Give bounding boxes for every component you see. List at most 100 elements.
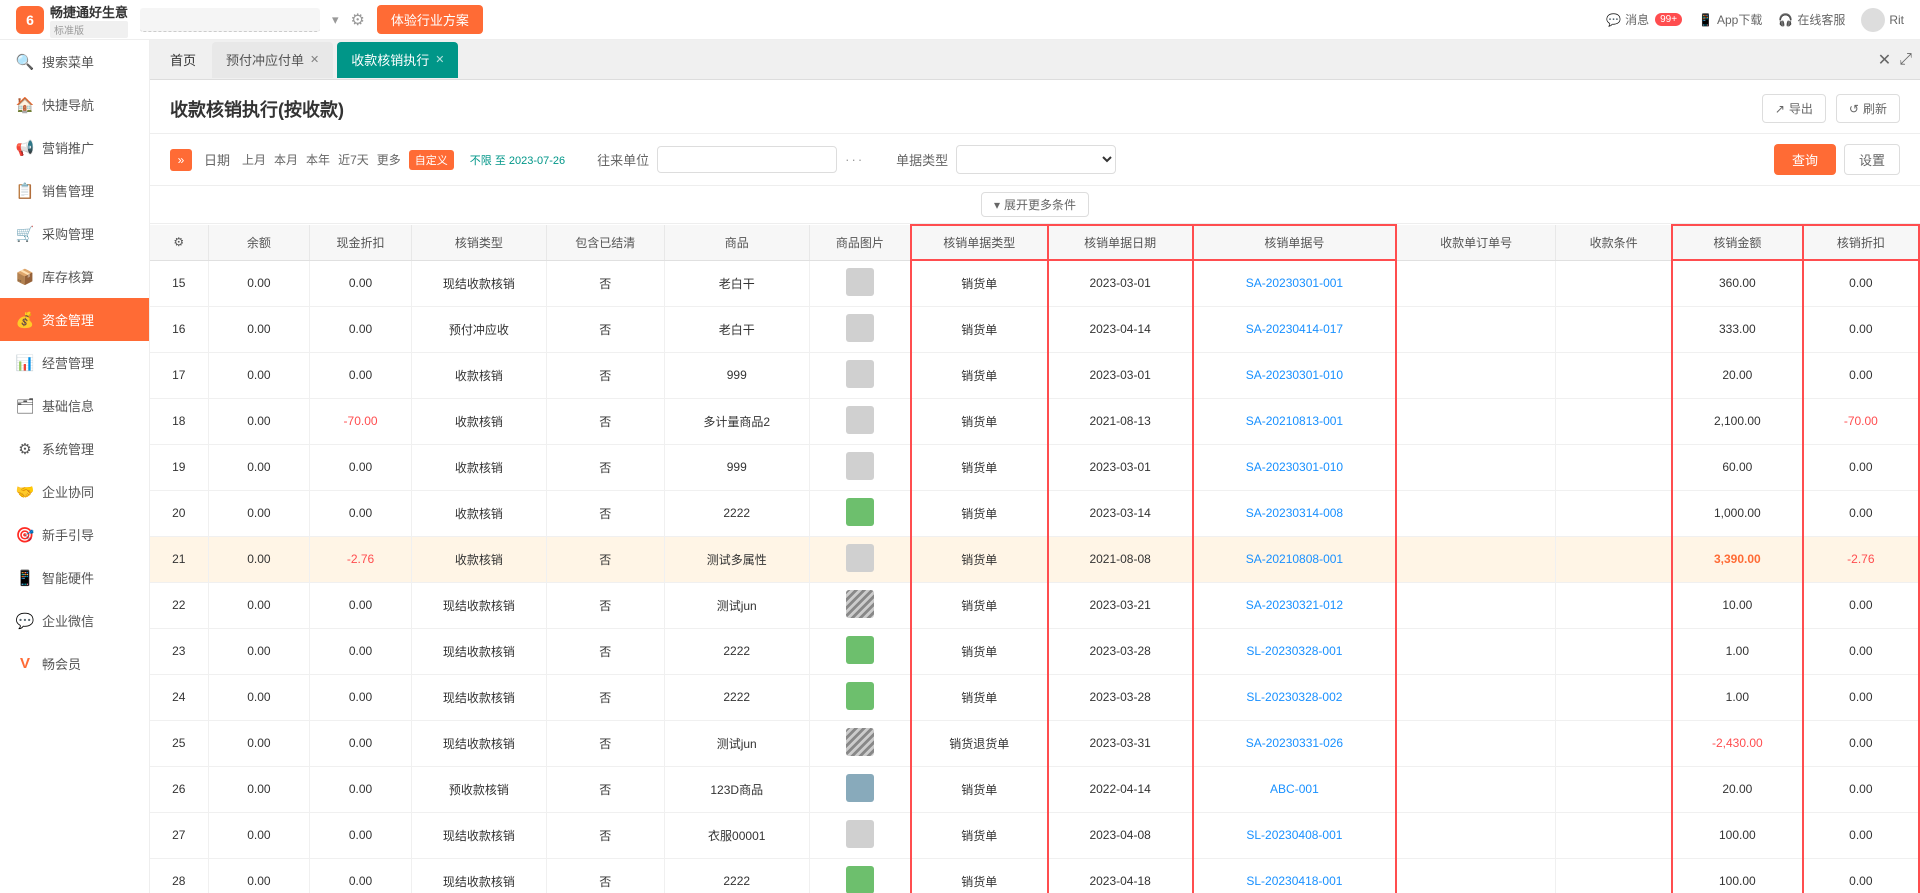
cell-type: 收款核销 — [411, 444, 546, 490]
date-filter-label: 日期 — [204, 150, 230, 169]
th-balance: 余额 — [208, 225, 310, 260]
cell-product: 999 — [664, 444, 809, 490]
refresh-button[interactable]: ↺ 刷新 — [1836, 94, 1900, 123]
cell-receipt-no — [1396, 352, 1556, 398]
cell-num: 24 — [150, 674, 208, 720]
bill-no-link[interactable]: SA-20210813-001 — [1246, 414, 1343, 428]
management-icon: 📊 — [16, 354, 34, 372]
bill-no-link[interactable]: SA-20230321-012 — [1246, 598, 1343, 612]
bill-no-link[interactable]: SA-20230301-001 — [1246, 276, 1343, 290]
dropdown-arrow[interactable]: ▾ — [332, 12, 339, 28]
service-label: 在线客服 — [1797, 11, 1845, 28]
sidebar-item-hardware[interactable]: 📱 智能硬件 — [0, 556, 149, 599]
th-amount: 核销金额 — [1672, 225, 1803, 260]
sidebar-item-nav[interactable]: 🏠 快捷导航 — [0, 83, 149, 126]
notification-item[interactable]: 💬 消息 99+ — [1606, 11, 1682, 28]
bill-no-link[interactable]: SL-20230328-002 — [1246, 690, 1342, 704]
table-container[interactable]: ⚙ 余额 现金折扣 核销类型 包含已结清 商品 商品图片 核销单据类型 核销单据… — [150, 224, 1920, 893]
sidebar-item-search[interactable]: 🔍 搜索菜单 — [0, 40, 149, 83]
tab-prepay[interactable]: 预付冲应付单 ✕ — [212, 42, 333, 78]
filter-toggle[interactable]: » — [170, 149, 192, 171]
cell-num: 27 — [150, 812, 208, 858]
tab-prepay-close[interactable]: ✕ — [310, 53, 319, 66]
bill-no-link[interactable]: SA-20230314-008 — [1246, 506, 1343, 520]
gear-icon[interactable]: ⚙ — [351, 10, 365, 30]
tab-writeoff-close[interactable]: ✕ — [435, 53, 444, 66]
th-included: 包含已结清 — [546, 225, 664, 260]
tab-expand-icon[interactable]: ⤢ — [1899, 51, 1912, 69]
sidebar-item-purchase[interactable]: 🛒 采购管理 — [0, 212, 149, 255]
cell-type: 收款核销 — [411, 536, 546, 582]
sidebar-label-finance: 资金管理 — [42, 310, 94, 329]
cell-included: 否 — [546, 720, 664, 766]
sidebar-label-management: 经营管理 — [42, 353, 94, 372]
cell-discount: 0.00 — [310, 812, 412, 858]
date-link-7days[interactable]: 近7天 — [338, 151, 369, 168]
cell-receipt-no — [1396, 260, 1556, 306]
bill-no-link[interactable]: SL-20230328-001 — [1246, 644, 1342, 658]
bill-no-link[interactable]: SA-20230414-017 — [1246, 322, 1343, 336]
bill-type-select[interactable] — [956, 145, 1116, 174]
sidebar-item-management[interactable]: 📊 经营管理 — [0, 341, 149, 384]
cell-bill-no: SA-20230301-010 — [1193, 352, 1396, 398]
date-link-this-month[interactable]: 本月 — [274, 151, 298, 168]
sidebar-item-guide[interactable]: 🎯 新手引导 — [0, 513, 149, 556]
tab-writeoff[interactable]: 收款核销执行 ✕ — [337, 42, 458, 78]
cell-discount: 0.00 — [310, 352, 412, 398]
notif-badge: 99+ — [1655, 13, 1682, 26]
bill-no-link[interactable]: SA-20210808-001 — [1246, 552, 1343, 566]
cell-receipt-cond — [1556, 306, 1672, 352]
page-header: 收款核销执行(按收款) ↗ 导出 ↺ 刷新 — [150, 80, 1920, 134]
sidebar-item-marketing[interactable]: 📢 营销推广 — [0, 126, 149, 169]
sidebar-item-system[interactable]: ⚙ 系统管理 — [0, 427, 149, 470]
export-button[interactable]: ↗ 导出 — [1762, 94, 1826, 123]
cell-product: 老白干 — [664, 306, 809, 352]
date-link-custom[interactable]: 自定义 — [409, 150, 454, 170]
cell-num: 19 — [150, 444, 208, 490]
cell-type: 现结收款核销 — [411, 582, 546, 628]
address-bar[interactable] — [140, 8, 320, 32]
cell-product-img — [809, 352, 911, 398]
cell-type: 预收款核销 — [411, 766, 546, 812]
date-link-this-year[interactable]: 本年 — [306, 151, 330, 168]
sidebar-item-inventory[interactable]: 📦 库存核算 — [0, 255, 149, 298]
service-item[interactable]: 🎧 在线客服 — [1778, 11, 1845, 28]
sidebar-item-basics[interactable]: 🗂 基础信息 — [0, 384, 149, 427]
bill-no-link[interactable]: SA-20230301-010 — [1246, 368, 1343, 382]
cell-type: 现结收款核销 — [411, 720, 546, 766]
cell-product: 老白干 — [664, 260, 809, 306]
th-settings[interactable]: ⚙ — [150, 225, 208, 260]
expand-conditions-btn[interactable]: ▾ 展开更多条件 — [981, 192, 1089, 217]
sidebar-item-wechat[interactable]: 💬 企业微信 — [0, 599, 149, 642]
cell-bill-date: 2023-04-14 — [1048, 306, 1193, 352]
sidebar-item-collab[interactable]: 🤝 企业协同 — [0, 470, 149, 513]
cell-bill-no: SA-20230314-008 — [1193, 490, 1396, 536]
sidebar-item-sales[interactable]: 📋 销售管理 — [0, 169, 149, 212]
sidebar-item-finance[interactable]: 💰 资金管理 — [0, 298, 149, 341]
cell-num: 21 — [150, 536, 208, 582]
settings-button[interactable]: 设置 — [1844, 144, 1900, 175]
cell-balance: 0.00 — [208, 628, 310, 674]
cell-bill-type: 销货单 — [911, 444, 1048, 490]
cell-writeoff: 0.00 — [1803, 812, 1919, 858]
bill-no-link[interactable]: SA-20230301-010 — [1246, 460, 1343, 474]
purchase-icon: 🛒 — [16, 225, 34, 243]
date-link-last-month[interactable]: 上月 — [242, 151, 266, 168]
tab-home[interactable]: 首页 — [158, 42, 208, 78]
th-discount: 现金折扣 — [310, 225, 412, 260]
query-button[interactable]: 查询 — [1774, 144, 1836, 175]
user-item[interactable]: Rit — [1861, 8, 1904, 32]
bill-no-link[interactable]: SA-20230331-026 — [1246, 736, 1343, 750]
sidebar-item-member[interactable]: V 畅会员 — [0, 642, 149, 685]
bill-no-link[interactable]: ABC-001 — [1270, 782, 1319, 796]
bill-no-link[interactable]: SL-20230408-001 — [1246, 828, 1342, 842]
counterpart-input[interactable] — [657, 146, 837, 173]
date-link-more[interactable]: 更多 — [377, 151, 401, 168]
cell-receipt-cond — [1556, 720, 1672, 766]
cell-discount: 0.00 — [310, 490, 412, 536]
tab-close-all-icon[interactable]: ✕ — [1878, 50, 1891, 70]
member-icon: V — [16, 655, 34, 673]
solution-btn[interactable]: 体验行业方案 — [377, 5, 483, 34]
app-download-item[interactable]: 📱 App下载 — [1698, 11, 1762, 28]
bill-no-link[interactable]: SL-20230418-001 — [1246, 874, 1342, 888]
